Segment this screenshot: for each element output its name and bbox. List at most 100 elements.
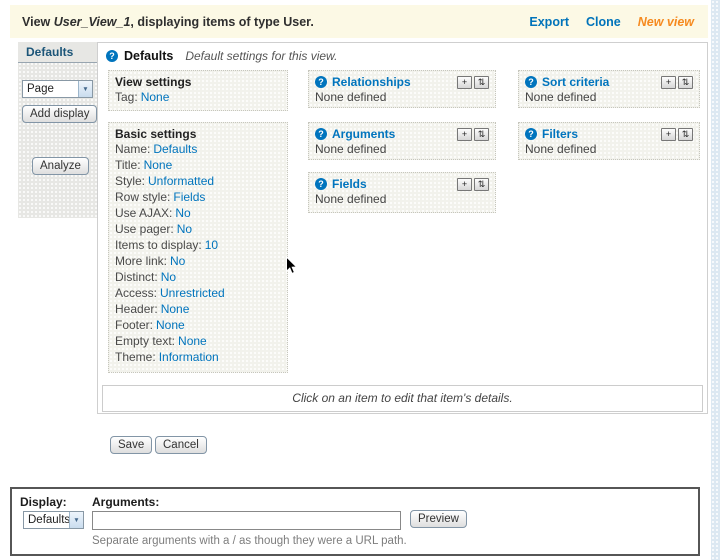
display-heading-note: Default settings for this view. (185, 49, 338, 63)
setting-value-link[interactable]: No (175, 206, 190, 220)
display-type-value: Page (27, 83, 54, 95)
fields-title-link[interactable]: Fields (332, 177, 367, 191)
view-editor-panel: ? Defaults Default settings for this vie… (97, 42, 708, 414)
setting-value-link[interactable]: None (144, 158, 173, 172)
setting-row: Items to display: 10 (115, 237, 281, 253)
help-icon[interactable]: ? (315, 178, 327, 190)
view-name: User_View_1 (53, 14, 131, 29)
page-background-strip (711, 0, 720, 560)
preview-display-value: Defaults (28, 514, 69, 526)
rearrange-icon[interactable]: ⇅ (474, 177, 489, 191)
filters-title-link[interactable]: Filters (542, 127, 578, 141)
setting-label: Empty text: (115, 334, 176, 348)
empty-text: None defined (315, 142, 387, 156)
save-button[interactable]: Save (110, 436, 153, 454)
setting-label: More link: (115, 254, 168, 268)
rearrange-icon[interactable]: ⇅ (474, 75, 489, 89)
setting-row: Use AJAX: No (115, 205, 281, 221)
setting-row: Header: None (115, 301, 281, 317)
arguments-input[interactable] (92, 511, 401, 530)
setting-value-link[interactable]: Information (159, 350, 219, 364)
help-icon[interactable]: ? (315, 76, 327, 88)
header-links: Export Clone New view (529, 15, 694, 29)
help-icon[interactable]: ? (525, 76, 537, 88)
view-header-bar: View User_View_1, displaying items of ty… (10, 5, 708, 38)
add-icon[interactable]: + (457, 177, 472, 191)
rearrange-icon[interactable]: ⇅ (678, 75, 693, 89)
export-link[interactable]: Export (529, 15, 569, 29)
setting-row: Theme: Information (115, 349, 281, 365)
setting-label: Distinct: (115, 270, 158, 284)
setting-value-link[interactable]: None (156, 318, 185, 332)
setting-row: Use pager: No (115, 221, 281, 237)
add-icon[interactable]: + (661, 127, 676, 141)
setting-label: Items to display: (115, 238, 202, 252)
clone-link[interactable]: Clone (586, 15, 621, 29)
add-icon[interactable]: + (457, 75, 472, 89)
setting-value-link[interactable]: Fields (173, 190, 205, 204)
setting-value-link[interactable]: Unrestricted (160, 286, 225, 300)
cancel-button[interactable]: Cancel (155, 436, 207, 454)
chevron-down-icon: ▼ (78, 81, 92, 97)
help-icon[interactable]: ? (315, 128, 327, 140)
setting-value-link[interactable]: None (161, 302, 190, 316)
setting-value-link[interactable]: Unformatted (148, 174, 214, 188)
setting-label: Footer: (115, 318, 154, 332)
setting-label: Title: (115, 158, 141, 172)
fields-panel: ? Fields + ⇅ None defined (308, 172, 496, 213)
relationships-panel: ? Relationships + ⇅ None defined (308, 70, 496, 108)
add-icon[interactable]: + (457, 127, 472, 141)
setting-value-link[interactable]: No (177, 222, 192, 236)
add-display-button[interactable]: Add display (22, 105, 98, 123)
empty-text: None defined (525, 90, 597, 104)
setting-row: Style: Unformatted (115, 173, 281, 189)
setting-row: Distinct: No (115, 269, 281, 285)
setting-row: Tag: None (115, 89, 281, 105)
empty-text: None defined (315, 192, 387, 206)
add-icon[interactable]: + (661, 75, 676, 89)
live-preview-panel: Display: Defaults ▼ Arguments: Preview S… (10, 487, 700, 556)
view-settings-title: View settings (115, 75, 192, 89)
display-sidebar: Defaults Page ▼ Add display Analyze (18, 42, 98, 218)
empty-text: None defined (525, 142, 597, 156)
display-type-select[interactable]: Page ▼ (22, 80, 93, 98)
preview-button[interactable]: Preview (410, 510, 467, 528)
tag-value-link[interactable]: None (141, 90, 170, 104)
setting-label: Style: (115, 174, 146, 188)
setting-value-link[interactable]: 10 (205, 238, 218, 252)
help-icon[interactable]: ? (525, 128, 537, 140)
setting-row: Access: Unrestricted (115, 285, 281, 301)
display-label: Display: (20, 495, 67, 509)
setting-row: Empty text: None (115, 333, 281, 349)
basic-settings-panel: Basic settings Name: Defaults Title: None … (108, 122, 288, 373)
rearrange-icon[interactable]: ⇅ (678, 127, 693, 141)
setting-value-link[interactable]: Defaults (153, 142, 197, 156)
setting-row: Title: None (115, 157, 281, 173)
rearrange-icon[interactable]: ⇅ (474, 127, 489, 141)
sort-criteria-title-link[interactable]: Sort criteria (542, 75, 609, 89)
arguments-label: Arguments: (92, 495, 160, 509)
arguments-title-link[interactable]: Arguments (332, 127, 395, 141)
display-heading: ? Defaults Default settings for this vie… (106, 49, 337, 63)
basic-settings-title: Basic settings (115, 127, 197, 141)
new-view-link[interactable]: New view (638, 15, 694, 29)
setting-row: More link: No (115, 253, 281, 269)
edit-hint: Click on an item to edit that item's det… (102, 385, 703, 412)
filters-panel: ? Filters + ⇅ None defined (518, 122, 700, 160)
help-icon[interactable]: ? (106, 50, 118, 62)
preview-display-select[interactable]: Defaults ▼ (23, 511, 84, 529)
tab-defaults[interactable]: Defaults (18, 42, 97, 63)
setting-label: Theme: (115, 350, 156, 364)
setting-row: Row style: Fields (115, 189, 281, 205)
chevron-down-icon: ▼ (69, 512, 83, 528)
setting-value-link[interactable]: No (161, 270, 176, 284)
empty-text: None defined (315, 90, 387, 104)
setting-label: Tag: (115, 90, 138, 104)
setting-value-link[interactable]: None (178, 334, 207, 348)
page-title: View User_View_1, displaying items of ty… (22, 15, 314, 29)
setting-value-link[interactable]: No (170, 254, 185, 268)
relationships-title-link[interactable]: Relationships (332, 75, 411, 89)
setting-label: Name: (115, 142, 151, 156)
view-settings-panel: View settings Tag: None (108, 70, 288, 111)
analyze-button[interactable]: Analyze (32, 157, 89, 175)
